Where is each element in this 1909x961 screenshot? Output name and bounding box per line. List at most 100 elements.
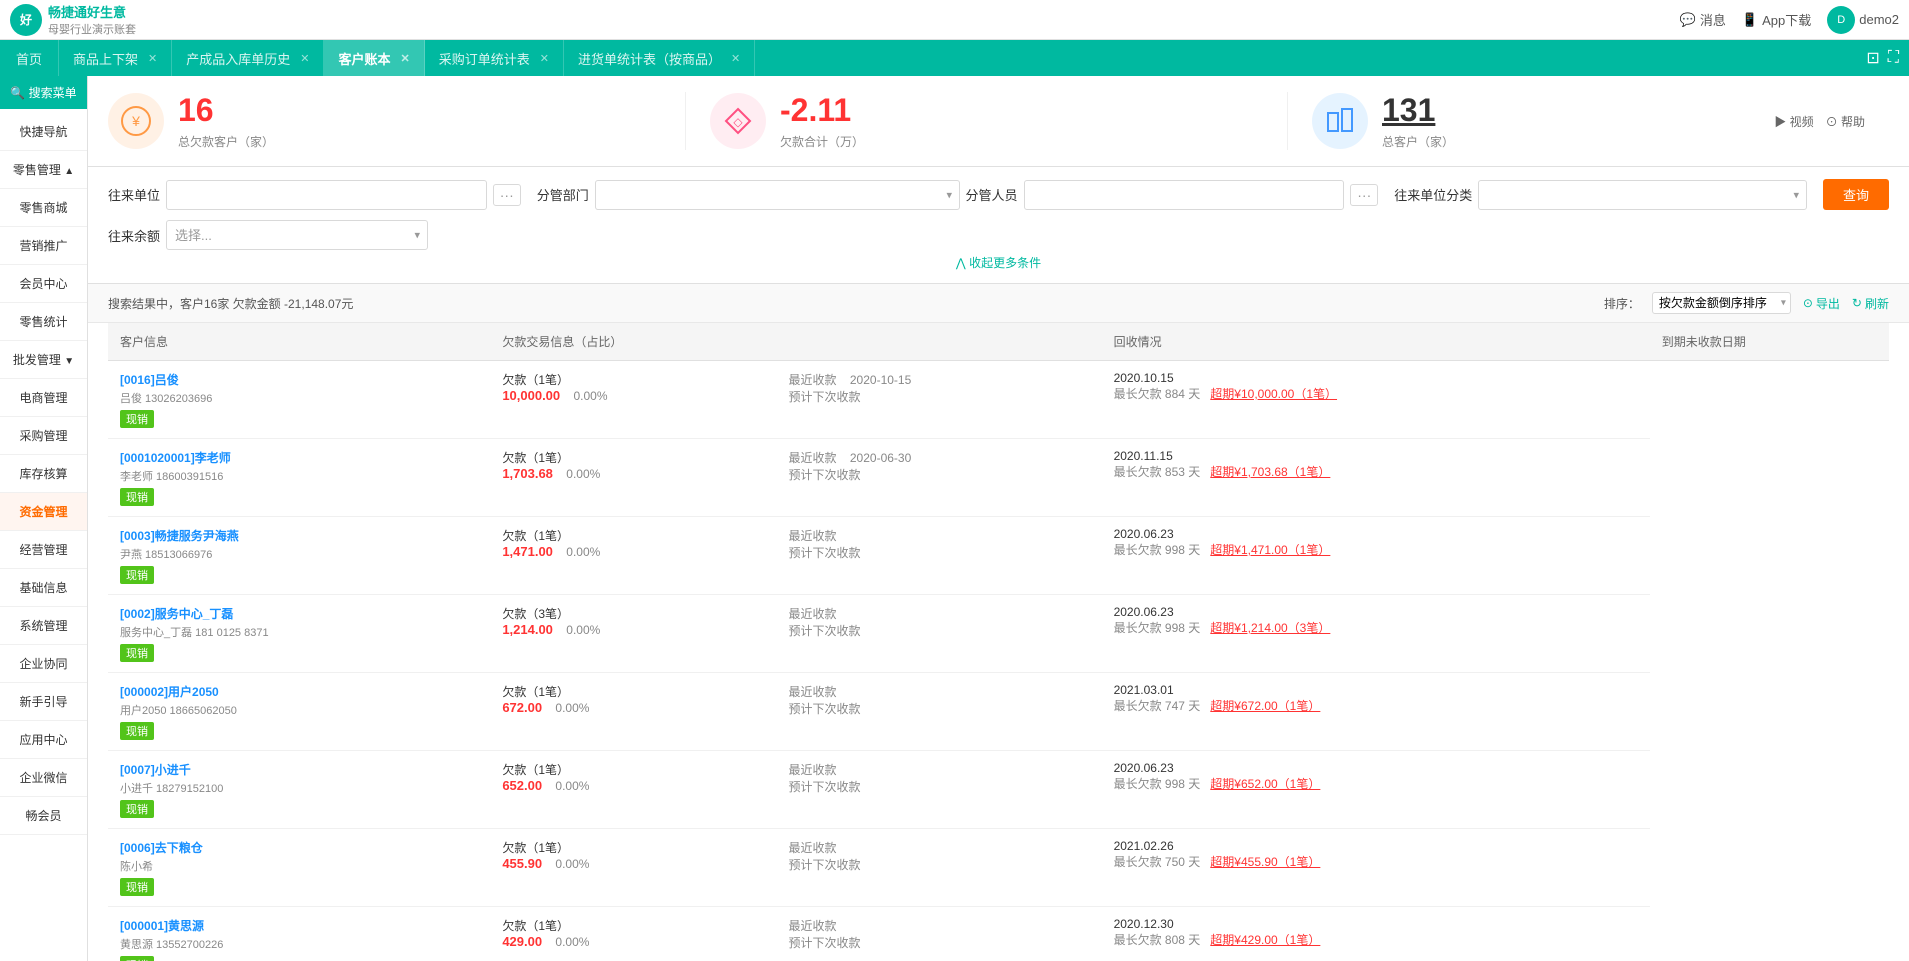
overdue-amount-4[interactable]: 超期¥672.00（1笔） [1210, 699, 1320, 713]
sidebar-ecommerce-label: 电商管理 [19, 391, 67, 405]
tab-close-icon[interactable]: ✕ [148, 52, 157, 65]
sidebar-item-newbie[interactable]: 新手引导 [0, 683, 87, 721]
due-date-cell-1: 2020.11.15 最长欠款 853 天 超期¥1,703.68（1笔） [1102, 439, 1650, 517]
refresh-btn[interactable]: ↻ 刷新 [1852, 295, 1889, 312]
search-icon: 🔍 [10, 86, 25, 100]
tab-purchase-order-label: 采购订单统计表 [439, 49, 530, 68]
sidebar-search[interactable]: 🔍 搜索菜单 [0, 76, 87, 109]
sidebar-item-basic[interactable]: 基础信息 [0, 569, 87, 607]
from-unit-ellipsis[interactable]: ··· [493, 184, 521, 206]
collapse-row[interactable]: ⋀ 收起更多条件 [108, 250, 1889, 271]
tab-customer-account[interactable]: 客户账本 ✕ [324, 40, 424, 76]
overdue-amount-0[interactable]: 超期¥10,000.00（1笔） [1210, 387, 1337, 401]
overdue-amount-2[interactable]: 超期¥1,471.00（1笔） [1210, 543, 1330, 557]
sidebar-item-marketing[interactable]: 营销推广 [0, 227, 87, 265]
export-btn[interactable]: ⊙ 导出 [1803, 295, 1840, 312]
customer-name-2[interactable]: [0003]畅捷服务尹海燕 [120, 527, 478, 544]
customer-name-5[interactable]: [0007]小进千 [120, 761, 478, 778]
tab-product-off[interactable]: 商品上下架 ✕ [59, 40, 172, 76]
debt-info-cell-7: 欠款（1笔） 429.00 0.00% [490, 907, 776, 961]
stat-right-controls: ▶ 视频 ⊙ 帮助 [1774, 113, 1865, 130]
sidebar-item-ecommerce[interactable]: 电商管理 [0, 379, 87, 417]
overdue-amount-1[interactable]: 超期¥1,703.68（1笔） [1210, 465, 1330, 479]
help-btn[interactable]: ⊙ 帮助 [1826, 113, 1865, 130]
overdue-info-4: 最长欠款 747 天 超期¥672.00（1笔） [1114, 697, 1638, 714]
customer-sub-2: 尹燕 18513066976 [120, 546, 478, 562]
tab-purchase-stat[interactable]: 进货单统计表（按商品） ✕ [564, 40, 755, 76]
customer-name-6[interactable]: [0006]去下粮仓 [120, 839, 478, 856]
customer-cell-4: [000002]用户2050 用户2050 18665062050 现销 [108, 673, 490, 751]
customer-name-3[interactable]: [0002]服务中心_丁磊 [120, 605, 478, 622]
message-btn[interactable]: 💬 消息 [1680, 10, 1726, 29]
tab-close-icon[interactable]: ✕ [401, 52, 410, 65]
sidebar-item-wechat[interactable]: 企业微信 [0, 759, 87, 797]
tab-close-icon[interactable]: ✕ [731, 52, 740, 65]
sidebar-item-enterprise[interactable]: 企业协同 [0, 645, 87, 683]
overdue-amount-5[interactable]: 超期¥652.00（1笔） [1210, 777, 1320, 791]
sidebar-operations-label: 经营管理 [19, 543, 67, 557]
collection-cell-6: 最近收款 预计下次收款 [777, 829, 1102, 907]
sidebar-item-wholesale[interactable]: 批发管理 ▼ [0, 341, 87, 379]
sidebar-item-retail-mgmt[interactable]: 零售管理 ▲ [0, 151, 87, 189]
customer-name-7[interactable]: [000001]黄思源 [120, 917, 478, 934]
last-collection-label-2: 最近收款 [789, 527, 1090, 544]
stat-icon-3 [1312, 93, 1368, 149]
debt-count-2: 欠款（1笔） [502, 527, 764, 544]
next-collection-label-7: 预计下次收款 [789, 934, 1090, 951]
window-expand-icon[interactable]: ⛶ [1888, 49, 1899, 67]
sidebar-member-vip-label: 畅会员 [25, 809, 61, 823]
query-button[interactable]: 查询 [1823, 179, 1889, 210]
tab-product-history[interactable]: 产成品入库单历史 ✕ [172, 40, 324, 76]
sidebar-item-retail-mall[interactable]: 零售商城 [0, 189, 87, 227]
sidebar-item-operations[interactable]: 经营管理 [0, 531, 87, 569]
sidebar-item-member[interactable]: 会员中心 [0, 265, 87, 303]
tab-close-icon[interactable]: ✕ [300, 52, 309, 65]
sidebar-item-app-center[interactable]: 应用中心 [0, 721, 87, 759]
sidebar-item-quick-nav[interactable]: 快捷导航 [0, 113, 87, 151]
stat-icon-1: ¥ [108, 93, 164, 149]
customer-name-0[interactable]: [0016]吕俊 [120, 371, 478, 388]
sidebar-item-finance[interactable]: 资金管理 [0, 493, 87, 531]
video-btn[interactable]: ▶ 视频 [1774, 113, 1813, 130]
customer-tag-4: 现销 [120, 722, 154, 740]
debt-amount-0: 10,000.00 [502, 388, 560, 403]
app-download-btn[interactable]: 📱 App下载 [1742, 10, 1811, 29]
stat-info-1: 16 总欠款客户（家） [178, 92, 274, 150]
stat-card-1: ¥ 16 总欠款客户（家） [108, 92, 686, 150]
stat-card-2: ◇ -2.11 欠款合计（万） [686, 92, 1288, 150]
stat-value-2: -2.11 [780, 92, 864, 129]
person-ellipsis[interactable]: ··· [1350, 184, 1378, 206]
customer-name-4[interactable]: [000002]用户2050 [120, 683, 478, 700]
user-area[interactable]: D demo2 [1827, 6, 1899, 34]
sidebar-item-purchase[interactable]: 采购管理 [0, 417, 87, 455]
sidebar-item-inventory[interactable]: 库存核算 [0, 455, 87, 493]
debt-ratio-1: 0.00% [566, 467, 600, 481]
sidebar-item-system[interactable]: 系统管理 [0, 607, 87, 645]
overdue-info-6: 最长欠款 750 天 超期¥455.90（1笔） [1114, 853, 1638, 870]
tab-close-icon[interactable]: ✕ [540, 52, 549, 65]
sidebar-system-label: 系统管理 [19, 619, 67, 633]
debt-ratio-4: 0.00% [555, 701, 589, 715]
dept-select[interactable] [595, 180, 960, 210]
unit-class-select[interactable] [1478, 180, 1807, 210]
customer-name-1[interactable]: [0001020001]李老师 [120, 449, 478, 466]
tab-purchase-order[interactable]: 采购订单统计表 ✕ [425, 40, 564, 76]
overdue-amount-6[interactable]: 超期¥455.90（1笔） [1210, 855, 1320, 869]
username: demo2 [1859, 12, 1899, 27]
overdue-amount-3[interactable]: 超期¥1,214.00（3笔） [1210, 621, 1330, 635]
col-collection: 回收情况 [1102, 323, 1650, 361]
svg-text:¥: ¥ [131, 113, 140, 129]
sidebar-item-retail-stat[interactable]: 零售统计 [0, 303, 87, 341]
overdue-amount-7[interactable]: 超期¥429.00（1笔） [1210, 933, 1320, 947]
person-input[interactable] [1024, 180, 1345, 210]
sidebar-item-member-vip[interactable]: 畅会员 [0, 797, 87, 835]
help-icon: ⊙ [1826, 115, 1838, 129]
result-bar: 搜索结果中，客户16家 欠款金额 -21,148.07元 排序： 按欠款金额倒序… [88, 284, 1909, 323]
tab-home[interactable]: 首页 [0, 40, 59, 76]
from-unit-input[interactable] [166, 180, 487, 210]
sort-select[interactable]: 按欠款金额倒序排序 [1652, 292, 1791, 314]
overdue-days-5: 最长欠款 998 天 [1114, 777, 1201, 791]
sidebar-marketing-label: 营销推广 [19, 239, 67, 253]
window-restore-icon[interactable]: ⊡ [1866, 48, 1879, 68]
balance-select[interactable]: 选择... [166, 220, 428, 250]
